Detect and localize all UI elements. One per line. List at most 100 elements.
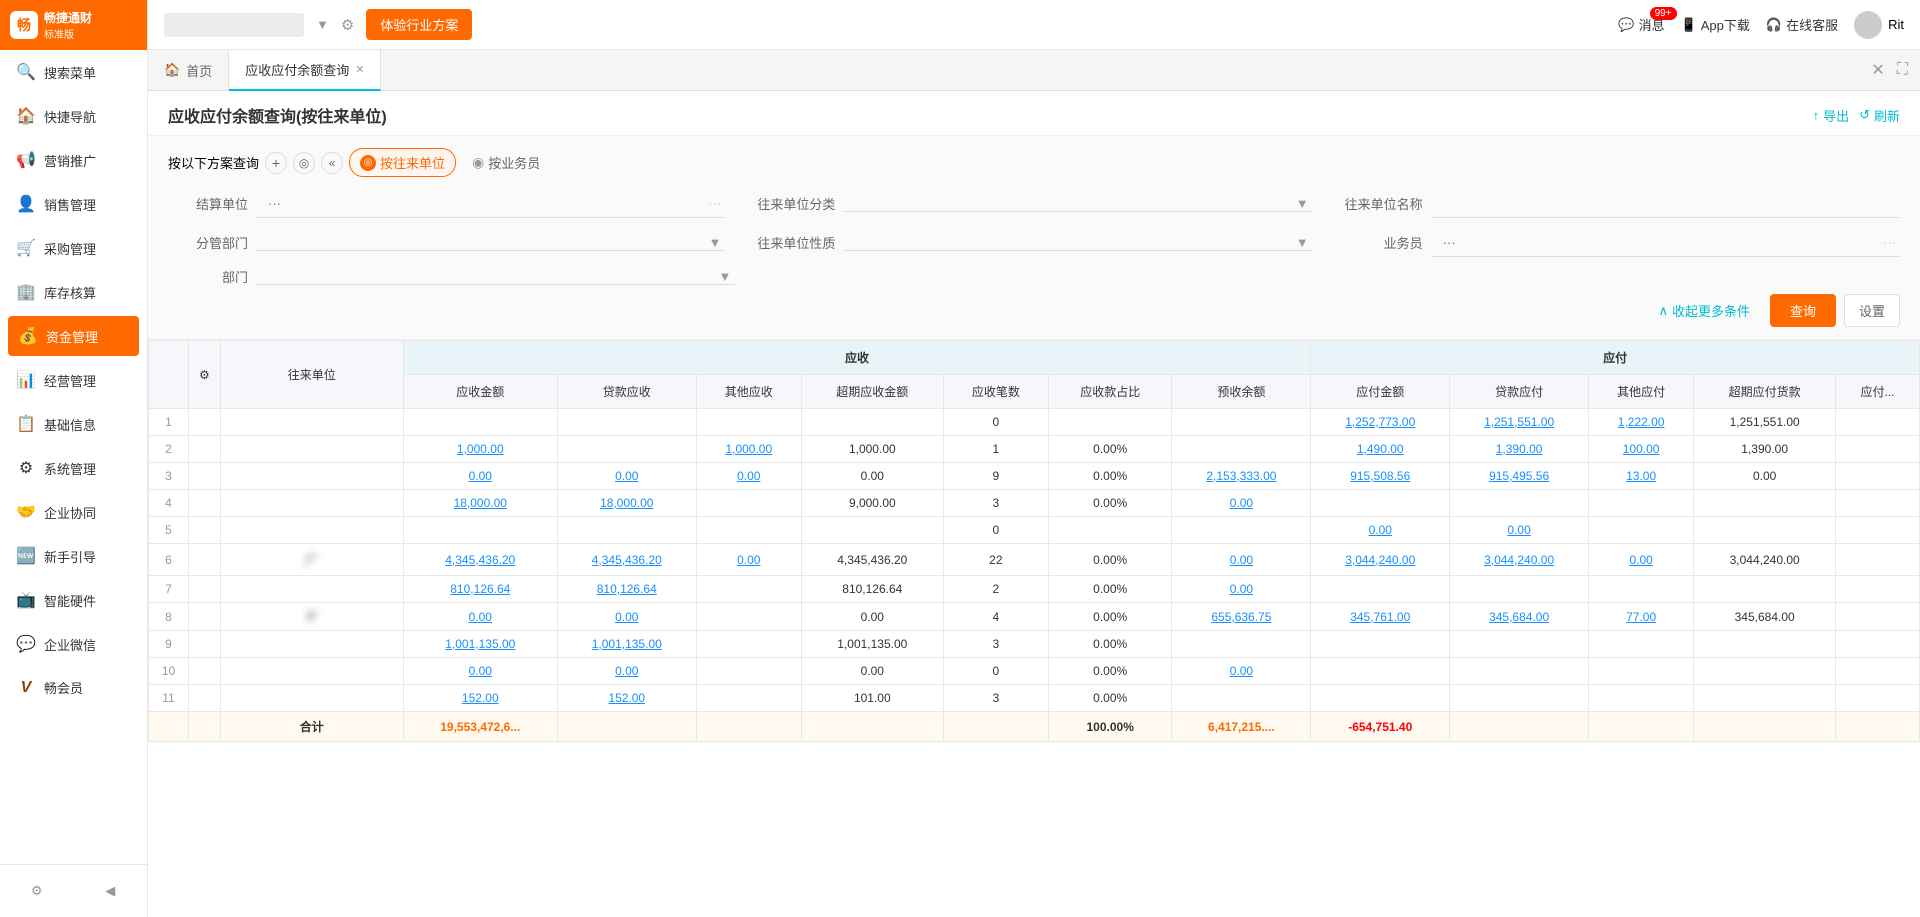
row-ar-other[interactable]: 0.00 bbox=[696, 463, 801, 490]
footer-collapse-btn[interactable]: ◀ bbox=[74, 875, 148, 907]
row-ar-amount[interactable]: 0.00 bbox=[403, 603, 557, 631]
sidebar-item-hardware[interactable]: 📺 智能硬件 bbox=[0, 578, 147, 622]
scheme-edit-btn[interactable]: ◎ bbox=[293, 152, 315, 174]
user-area[interactable]: Rit bbox=[1854, 11, 1904, 39]
row-ap-other[interactable] bbox=[1589, 631, 1694, 658]
scheme-option-employee[interactable]: ◉ 按业务员 bbox=[462, 149, 550, 176]
row-ar-amount[interactable] bbox=[403, 409, 557, 436]
sidebar-item-member[interactable]: V 畅会员 bbox=[0, 666, 147, 709]
app-download-btn[interactable]: 📱 App下载 bbox=[1681, 15, 1750, 34]
row-ap-loan[interactable] bbox=[1450, 658, 1589, 685]
row-ar-loan[interactable]: 0.00 bbox=[557, 603, 696, 631]
dept-select[interactable]: ▼ bbox=[256, 269, 735, 285]
sidebar-item-quick-nav[interactable]: 🏠 快捷导航 bbox=[0, 94, 147, 138]
row-ap-other[interactable] bbox=[1589, 685, 1694, 712]
partner-name-input[interactable] bbox=[1431, 190, 1900, 218]
row-ap-other[interactable] bbox=[1589, 658, 1694, 685]
department-select[interactable]: ▼ bbox=[256, 235, 725, 251]
sidebar-item-basic-info[interactable]: 📋 基础信息 bbox=[0, 402, 147, 446]
message-btn[interactable]: 💬 消息 99+ bbox=[1618, 15, 1664, 34]
row-ap-amount[interactable]: 1,490.00 bbox=[1311, 436, 1450, 463]
scheme-option-partner[interactable]: ◎ 按往来单位 bbox=[349, 148, 456, 177]
partner-category-select[interactable]: ▼ bbox=[843, 196, 1312, 212]
export-btn[interactable]: ↑ 导出 bbox=[1813, 106, 1850, 125]
row-ap-loan[interactable]: 1,390.00 bbox=[1450, 436, 1589, 463]
salesman-input[interactable] bbox=[1435, 228, 1883, 256]
row-ap-loan[interactable]: 915,495.56 bbox=[1450, 463, 1589, 490]
row-ar-amount[interactable]: 0.00 bbox=[403, 658, 557, 685]
explore-btn[interactable]: 体验行业方案 bbox=[366, 9, 472, 40]
tab-ar-ap[interactable]: 应收应付余额查询 ✕ bbox=[229, 50, 381, 91]
row-ap-other[interactable]: 1,222.00 bbox=[1589, 409, 1694, 436]
row-ap-amount[interactable] bbox=[1311, 490, 1450, 517]
settlement-input[interactable] bbox=[260, 189, 708, 217]
row-ar-amount[interactable]: 1,001,135.00 bbox=[403, 631, 557, 658]
row-ar-prepay[interactable]: 0.00 bbox=[1172, 576, 1311, 603]
row-ar-amount[interactable]: 18,000.00 bbox=[403, 490, 557, 517]
sidebar-item-wechat[interactable]: 💬 企业微信 bbox=[0, 622, 147, 666]
sidebar-item-sales[interactable]: 👤 销售管理 bbox=[0, 182, 147, 226]
row-ar-other[interactable] bbox=[696, 576, 801, 603]
scheme-add-btn[interactable]: + bbox=[265, 152, 287, 174]
online-service-btn[interactable]: 🎧 在线客服 bbox=[1766, 15, 1838, 34]
sidebar-item-search[interactable]: 🔍 搜索菜单 bbox=[0, 50, 147, 94]
row-ar-amount[interactable]: 4,345,436.20 bbox=[403, 544, 557, 576]
row-ar-prepay[interactable] bbox=[1172, 436, 1311, 463]
window-expand-btn[interactable]: ⛶ bbox=[1893, 57, 1912, 83]
refresh-btn[interactable]: ↺ 刷新 bbox=[1859, 106, 1900, 125]
col-settings[interactable]: ⚙ bbox=[189, 341, 221, 409]
row-ap-amount[interactable] bbox=[1311, 576, 1450, 603]
sidebar-item-guide[interactable]: 🆕 新手引导 bbox=[0, 534, 147, 578]
scheme-collapse-btn[interactable]: « bbox=[321, 152, 343, 174]
row-ar-loan[interactable] bbox=[557, 517, 696, 544]
partner-nature-select[interactable]: ▼ bbox=[843, 235, 1312, 251]
row-ar-prepay[interactable] bbox=[1172, 517, 1311, 544]
row-ar-amount[interactable]: 810,126.64 bbox=[403, 576, 557, 603]
row-ap-amount[interactable]: 915,508.56 bbox=[1311, 463, 1450, 490]
row-ap-other[interactable]: 100.00 bbox=[1589, 436, 1694, 463]
row-ap-other[interactable] bbox=[1589, 490, 1694, 517]
row-ar-prepay[interactable] bbox=[1172, 685, 1311, 712]
row-ar-other[interactable]: 0.00 bbox=[696, 544, 801, 576]
row-ar-other[interactable]: 1,000.00 bbox=[696, 436, 801, 463]
row-ar-amount[interactable]: 152.00 bbox=[403, 685, 557, 712]
row-ap-amount[interactable]: 345,761.00 bbox=[1311, 603, 1450, 631]
row-ap-loan[interactable] bbox=[1450, 490, 1589, 517]
row-ar-prepay[interactable] bbox=[1172, 631, 1311, 658]
row-ap-other[interactable]: 0.00 bbox=[1589, 544, 1694, 576]
row-ar-loan[interactable] bbox=[557, 409, 696, 436]
row-ap-loan[interactable]: 3,044,240.00 bbox=[1450, 544, 1589, 576]
row-ap-amount[interactable]: 0.00 bbox=[1311, 517, 1450, 544]
row-ar-loan[interactable]: 810,126.64 bbox=[557, 576, 696, 603]
sidebar-item-marketing[interactable]: 📢 营销推广 bbox=[0, 138, 147, 182]
row-ar-other[interactable] bbox=[696, 517, 801, 544]
row-ar-prepay[interactable]: 0.00 bbox=[1172, 658, 1311, 685]
row-ap-other[interactable] bbox=[1589, 517, 1694, 544]
row-ap-other[interactable]: 13.00 bbox=[1589, 463, 1694, 490]
row-ap-loan[interactable] bbox=[1450, 576, 1589, 603]
sidebar-item-inventory[interactable]: 🏢 库存核算 bbox=[0, 270, 147, 314]
row-ap-other[interactable] bbox=[1589, 576, 1694, 603]
row-ar-loan[interactable]: 152.00 bbox=[557, 685, 696, 712]
row-ar-other[interactable] bbox=[696, 603, 801, 631]
row-ap-other[interactable]: 77.00 bbox=[1589, 603, 1694, 631]
row-ar-amount[interactable]: 0.00 bbox=[403, 463, 557, 490]
setting-btn[interactable]: 设置 bbox=[1844, 294, 1900, 327]
sidebar-item-purchase[interactable]: 🛒 采购管理 bbox=[0, 226, 147, 270]
row-ar-prepay[interactable] bbox=[1172, 409, 1311, 436]
tab-close-icon[interactable]: ✕ bbox=[355, 63, 364, 76]
row-ar-loan[interactable]: 1,001,135.00 bbox=[557, 631, 696, 658]
row-ap-loan[interactable]: 345,684.00 bbox=[1450, 603, 1589, 631]
row-ap-loan[interactable]: 1,251,551.00 bbox=[1450, 409, 1589, 436]
row-ar-prepay[interactable]: 0.00 bbox=[1172, 544, 1311, 576]
settings-gear-icon[interactable]: ⚙ bbox=[341, 16, 354, 34]
row-ar-loan[interactable]: 0.00 bbox=[557, 658, 696, 685]
row-ar-other[interactable] bbox=[696, 409, 801, 436]
sidebar-item-operations[interactable]: 📊 经营管理 bbox=[0, 358, 147, 402]
row-ap-amount[interactable] bbox=[1311, 631, 1450, 658]
breadcrumb-chevron-icon[interactable]: ▼ bbox=[316, 17, 329, 32]
row-ap-amount[interactable] bbox=[1311, 685, 1450, 712]
row-ap-loan[interactable] bbox=[1450, 631, 1589, 658]
row-ar-other[interactable] bbox=[696, 658, 801, 685]
row-ap-amount[interactable]: 3,044,240.00 bbox=[1311, 544, 1450, 576]
